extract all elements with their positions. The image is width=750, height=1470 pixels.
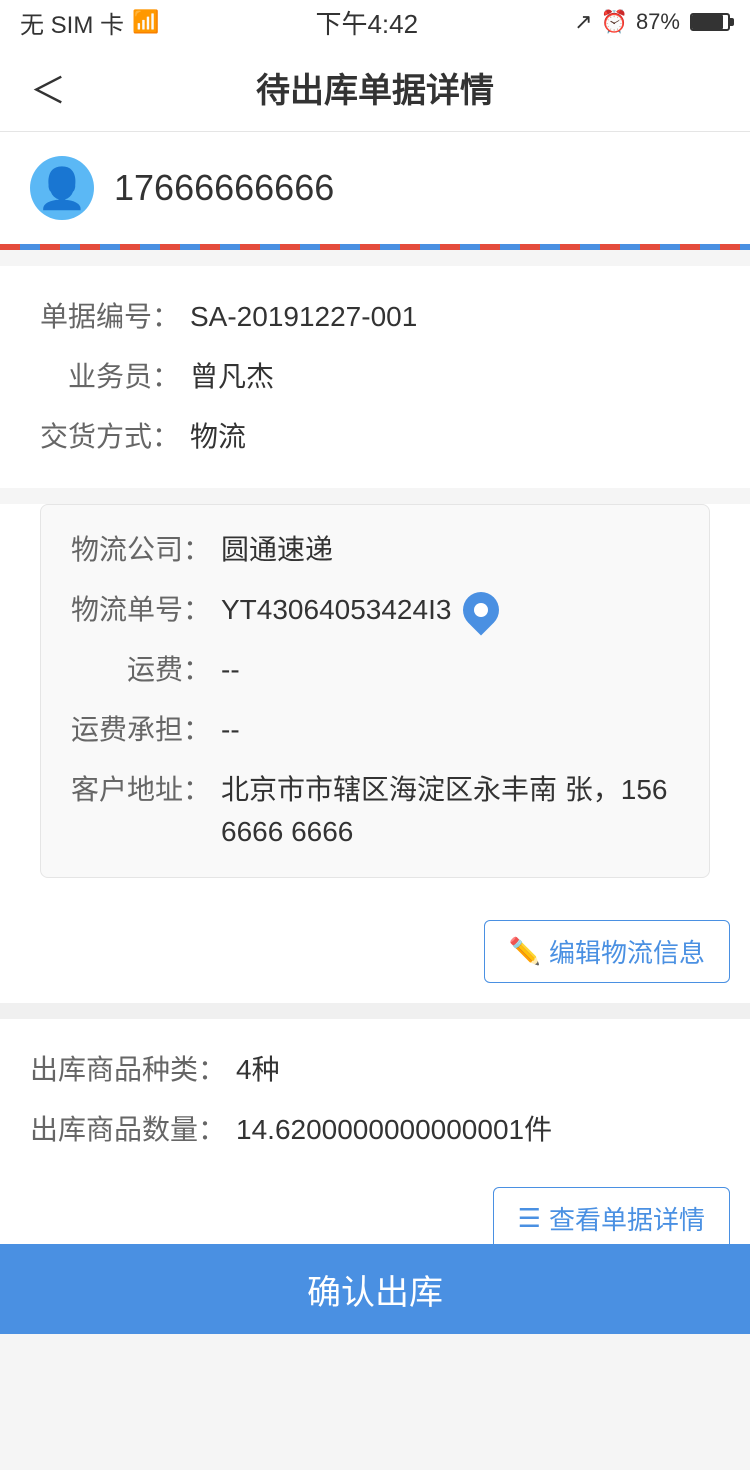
goods-section: 出库商品种类： 4种 出库商品数量： 14.6200000000000001件 (0, 1019, 750, 1171)
gray-separator (0, 1003, 750, 1019)
detail-btn-label: 查看单据详情 (549, 1200, 705, 1237)
user-icon: 👤 (37, 165, 87, 212)
page-title: 待出库单据详情 (256, 63, 494, 112)
order-number-label: 单据编号： (30, 296, 190, 338)
order-number-row: 单据编号： SA-20191227-001 (30, 296, 720, 338)
back-button[interactable]: ＜ (20, 52, 76, 124)
status-left: 无 SIM 卡 📶 (20, 5, 159, 40)
customer-header: 👤 17666666666 (0, 132, 750, 244)
battery-fill (692, 15, 723, 29)
address-label: 客户地址： (61, 769, 221, 811)
battery-indicator (690, 13, 730, 31)
logistics-card: 物流公司： 圆通速递 物流单号： YT43064053424I3 运费： -- … (40, 504, 710, 878)
salesman-value: 曾凡杰 (190, 356, 720, 398)
address-value: 北京市市辖区海淀区永丰南 张，156 6666 6666 (221, 769, 689, 853)
tracking-location-icon[interactable] (456, 585, 507, 636)
address-row: 客户地址： 北京市市辖区海淀区永丰南 张，156 6666 6666 (61, 769, 689, 853)
status-bar: 无 SIM 卡 📶 下午4:42 ↗ ⏰ 87% (0, 0, 750, 44)
tracking-label: 物流单号： (61, 589, 221, 631)
edit-btn-label: 编辑物流信息 (549, 933, 705, 970)
carrier-label: 无 SIM 卡 (20, 5, 124, 40)
avatar: 👤 (30, 156, 94, 220)
order-info-section: 单据编号： SA-20191227-001 业务员： 曾凡杰 交货方式： 物流 (0, 266, 750, 488)
freight-value: -- (221, 649, 689, 691)
freight-bearer-value: -- (221, 709, 689, 751)
freight-bearer-label: 运费承担： (61, 709, 221, 751)
freight-bearer-row: 运费承担： -- (61, 709, 689, 751)
status-right: ↗ ⏰ 87% (574, 9, 730, 35)
freight-label: 运费： (61, 649, 221, 691)
wifi-icon: 📶 (132, 9, 159, 35)
dashed-divider (0, 244, 750, 250)
delivery-value: 物流 (190, 416, 720, 458)
detail-icon: ☰ (518, 1203, 541, 1234)
order-number-value: SA-20191227-001 (190, 296, 720, 338)
edit-btn-row: ✏️ 编辑物流信息 (0, 904, 750, 1003)
nav-bar: ＜ 待出库单据详情 (0, 44, 750, 132)
tracking-value: YT43064053424I3 (221, 589, 689, 631)
view-detail-button[interactable]: ☰ 查看单据详情 (493, 1187, 730, 1250)
goods-types-label: 出库商品种类： (30, 1049, 236, 1091)
freight-row: 运费： -- (61, 649, 689, 691)
alarm-icon: ⏰ (601, 9, 628, 35)
salesman-label: 业务员： (30, 356, 190, 398)
goods-quantity-value: 14.6200000000000001件 (236, 1109, 720, 1151)
confirm-outbound-button[interactable]: 确认出库 (0, 1244, 750, 1334)
edit-logistics-button[interactable]: ✏️ 编辑物流信息 (484, 920, 730, 983)
confirm-btn-label: 确认出库 (307, 1265, 443, 1314)
salesman-row: 业务员： 曾凡杰 (30, 356, 720, 398)
location-status-icon: ↗ (574, 9, 592, 35)
goods-quantity-row: 出库商品数量： 14.6200000000000001件 (30, 1109, 720, 1151)
status-time: 下午4:42 (315, 4, 418, 41)
customer-phone: 17666666666 (114, 167, 334, 209)
delivery-label: 交货方式： (30, 416, 190, 458)
edit-icon: ✏️ (509, 936, 541, 967)
goods-types-row: 出库商品种类： 4种 (30, 1049, 720, 1091)
goods-quantity-label: 出库商品数量： (30, 1109, 236, 1151)
delivery-row: 交货方式： 物流 (30, 416, 720, 458)
logistics-company-value: 圆通速递 (221, 529, 689, 571)
logistics-company-label: 物流公司： (61, 529, 221, 571)
confirm-btn-wrapper: 确认出库 (0, 1244, 750, 1334)
battery-label: 87% (636, 9, 680, 35)
goods-types-value: 4种 (236, 1049, 720, 1091)
logistics-company-row: 物流公司： 圆通速递 (61, 529, 689, 571)
tracking-number-row: 物流单号： YT43064053424I3 (61, 589, 689, 631)
